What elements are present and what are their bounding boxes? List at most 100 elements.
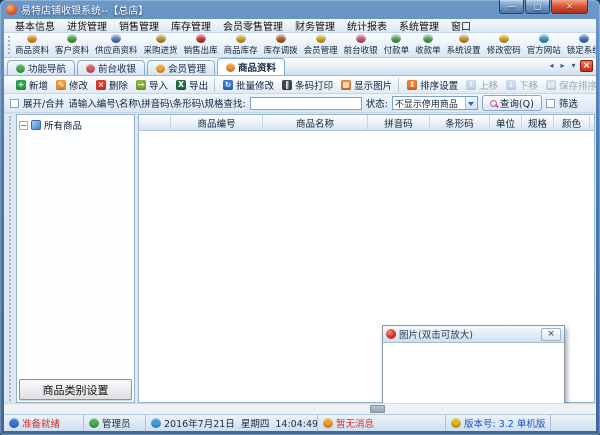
expand-merge-checkbox[interactable] bbox=[10, 98, 19, 108]
toolbar-button[interactable]: 收款单 bbox=[412, 33, 444, 57]
action-toolbar: + 新增 ✎ 修改 × 删除 → 导入 X 导出 ↻ 批量修改 ‖ 条码打印 ▦… bbox=[4, 76, 596, 94]
toolbar-button-label: 采购进货 bbox=[143, 46, 178, 56]
window-title: 易特店铺收银系统--【总店】 bbox=[21, 6, 149, 17]
content-area: − 所有商品 商品类别设置 商品编号商品名称拼音码条形码单位规格颜色品牌 图片(… bbox=[4, 113, 596, 403]
toolbar-button[interactable]: 会员管理 bbox=[301, 33, 341, 57]
toolbar-button-label: 修改密码 bbox=[486, 46, 521, 56]
table-column-header[interactable] bbox=[139, 115, 171, 130]
menu-item[interactable]: 窗口 bbox=[445, 19, 477, 33]
tab[interactable]: 商品资料 bbox=[217, 58, 286, 75]
tab[interactable]: 功能导航 bbox=[7, 60, 76, 75]
tab[interactable]: 前台收银 bbox=[77, 60, 146, 75]
table-column-header[interactable]: 单位 bbox=[490, 115, 522, 130]
table-column-header[interactable]: 商品名称 bbox=[263, 115, 368, 130]
action-button[interactable]: ↓ 下移 bbox=[502, 78, 542, 92]
action-button[interactable]: → 导入 bbox=[132, 78, 172, 92]
toolbar-button[interactable]: 供应商资料 bbox=[92, 33, 141, 57]
table-column-header[interactable]: 规格 bbox=[522, 115, 554, 130]
action-button[interactable]: ✎ 修改 bbox=[52, 78, 92, 92]
toolbar-button[interactable]: 客户资料 bbox=[52, 33, 92, 57]
toolbar-button[interactable]: 采购进货 bbox=[141, 33, 181, 57]
tab-list-icon[interactable]: ▾ bbox=[569, 61, 578, 71]
status-bar: 准备就绪 管理员 2016年7月21日 星期四 14:04:49 暂无消息 版本… bbox=[4, 414, 596, 431]
action-button[interactable]: + 新增 bbox=[12, 78, 52, 92]
table-column-header[interactable]: 颜色 bbox=[554, 115, 590, 130]
status-segment-label: 管理员 bbox=[102, 419, 131, 430]
status-label: 状态: bbox=[365, 99, 388, 110]
action-button[interactable]: ↑ 上移 bbox=[462, 78, 502, 92]
titlebar[interactable]: 易特店铺收银系统--【总店】 — ▢ ✕ bbox=[0, 0, 600, 19]
menu-item[interactable]: 系统管理 bbox=[393, 19, 445, 33]
table-column-header[interactable]: 拼音码 bbox=[368, 115, 430, 130]
action-button[interactable]: X 导出 bbox=[172, 78, 212, 92]
tree-node-all-goods[interactable]: − 所有商品 bbox=[19, 118, 132, 132]
toolbar-button-icon bbox=[111, 34, 122, 43]
minimize-button[interactable]: — bbox=[499, 0, 524, 14]
action-button[interactable]: ↕ 排序设置 bbox=[398, 77, 462, 92]
search-icon bbox=[489, 99, 497, 107]
menu-item[interactable]: 进货管理 bbox=[61, 19, 113, 33]
toolbar-button[interactable]: 商品资料 bbox=[12, 33, 52, 57]
status-segment: 管理员 bbox=[84, 415, 146, 431]
toolbar-button-label: 销售出库 bbox=[183, 46, 218, 56]
panel-grip bbox=[9, 116, 15, 401]
menu-item[interactable]: 会员零售管理 bbox=[217, 19, 289, 33]
toolbar-button[interactable]: 修改密码 bbox=[484, 33, 524, 57]
tree-node-label: 所有商品 bbox=[44, 121, 83, 132]
menu-item[interactable]: 统计报表 bbox=[341, 19, 393, 33]
action-button[interactable]: ↻ 批量修改 bbox=[214, 77, 278, 92]
menu-item[interactable]: 销售管理 bbox=[113, 19, 165, 33]
toolbar-button[interactable]: 系统设置 bbox=[444, 33, 484, 57]
status-segment-icon bbox=[323, 418, 333, 428]
category-settings-button[interactable]: 商品类别设置 bbox=[19, 379, 132, 400]
status-segment-label: 暂无消息 bbox=[336, 419, 375, 430]
toolbar-button-label: 商品资料 bbox=[15, 46, 50, 56]
toolbar-button[interactable]: 前台收银 bbox=[341, 33, 381, 57]
action-button-icon: ↑ bbox=[466, 79, 477, 90]
action-button-icon: ↻ bbox=[223, 79, 234, 90]
tab[interactable]: 会员管理 bbox=[147, 60, 216, 75]
toolbar-button[interactable]: 官方网站 bbox=[524, 33, 564, 57]
toolbar-button[interactable]: 库存调拨 bbox=[261, 33, 301, 57]
toolbar-button-label: 收款单 bbox=[415, 46, 441, 56]
image-preview-close-button[interactable]: × bbox=[541, 327, 561, 341]
chevron-down-icon[interactable] bbox=[464, 97, 477, 109]
close-button[interactable]: ✕ bbox=[551, 0, 588, 14]
action-button[interactable]: × 删除 bbox=[92, 78, 132, 92]
table-header-row: 商品编号商品名称拼音码条形码单位规格颜色品牌 bbox=[139, 115, 594, 131]
horizontal-scrollbar-thumb[interactable] bbox=[370, 405, 385, 413]
main-toolbar: 商品资料 客户资料 供应商资料 采购进货 销售出库 商品库存 库存调拨 会员管理… bbox=[4, 33, 596, 58]
sift-checkbox[interactable] bbox=[545, 98, 555, 108]
action-button[interactable]: ▤ 保存排序 bbox=[542, 78, 596, 92]
query-button[interactable]: 查询(Q) bbox=[481, 95, 542, 111]
folder-icon bbox=[31, 120, 41, 130]
toolbar-button[interactable]: 销售出库 bbox=[181, 33, 221, 57]
image-preview-body[interactable] bbox=[383, 343, 564, 403]
table-column-header[interactable]: 品牌 bbox=[590, 115, 594, 130]
search-input[interactable] bbox=[249, 96, 362, 110]
toolbar-button[interactable]: 锁定系统 bbox=[564, 33, 596, 57]
tree-expander-icon[interactable]: − bbox=[19, 120, 28, 130]
menu-item[interactable]: 库存管理 bbox=[165, 19, 217, 33]
image-preview-titlebar[interactable]: 图片(双击可放大) × bbox=[383, 326, 564, 343]
table-column-header[interactable]: 条形码 bbox=[430, 115, 490, 130]
toolbar-button[interactable]: 付款单 bbox=[381, 33, 413, 57]
action-button-label: 上移 bbox=[479, 80, 499, 92]
action-button-icon: × bbox=[96, 79, 107, 90]
tab-scroll-right-icon[interactable]: ▸ bbox=[558, 61, 567, 71]
action-button[interactable]: ▦ 显示图片 bbox=[337, 78, 396, 92]
tab-close-icon[interactable]: × bbox=[580, 60, 593, 72]
query-button-label: 查询(Q) bbox=[499, 99, 534, 110]
horizontal-scrollbar[interactable] bbox=[4, 403, 596, 414]
toolbar-button[interactable]: 商品库存 bbox=[221, 33, 261, 57]
action-button-icon: ▦ bbox=[341, 79, 352, 90]
table-column-header[interactable]: 商品编号 bbox=[171, 115, 263, 130]
menu-item[interactable]: 基本信息 bbox=[9, 19, 61, 33]
toolbar-button-icon bbox=[355, 34, 366, 43]
action-button[interactable]: ‖ 条码打印 bbox=[278, 78, 337, 92]
menu-item[interactable]: 财务管理 bbox=[289, 19, 341, 33]
tab-scroll-left-icon[interactable]: ◂ bbox=[547, 61, 556, 71]
app-window: 易特店铺收银系统--【总店】 — ▢ ✕ 基本信息 进货管理 销售管理 库存管理 会员零… bbox=[0, 0, 600, 435]
maximize-button[interactable]: ▢ bbox=[525, 0, 550, 14]
status-dropdown[interactable]: 不显示停用商品 bbox=[391, 96, 478, 110]
